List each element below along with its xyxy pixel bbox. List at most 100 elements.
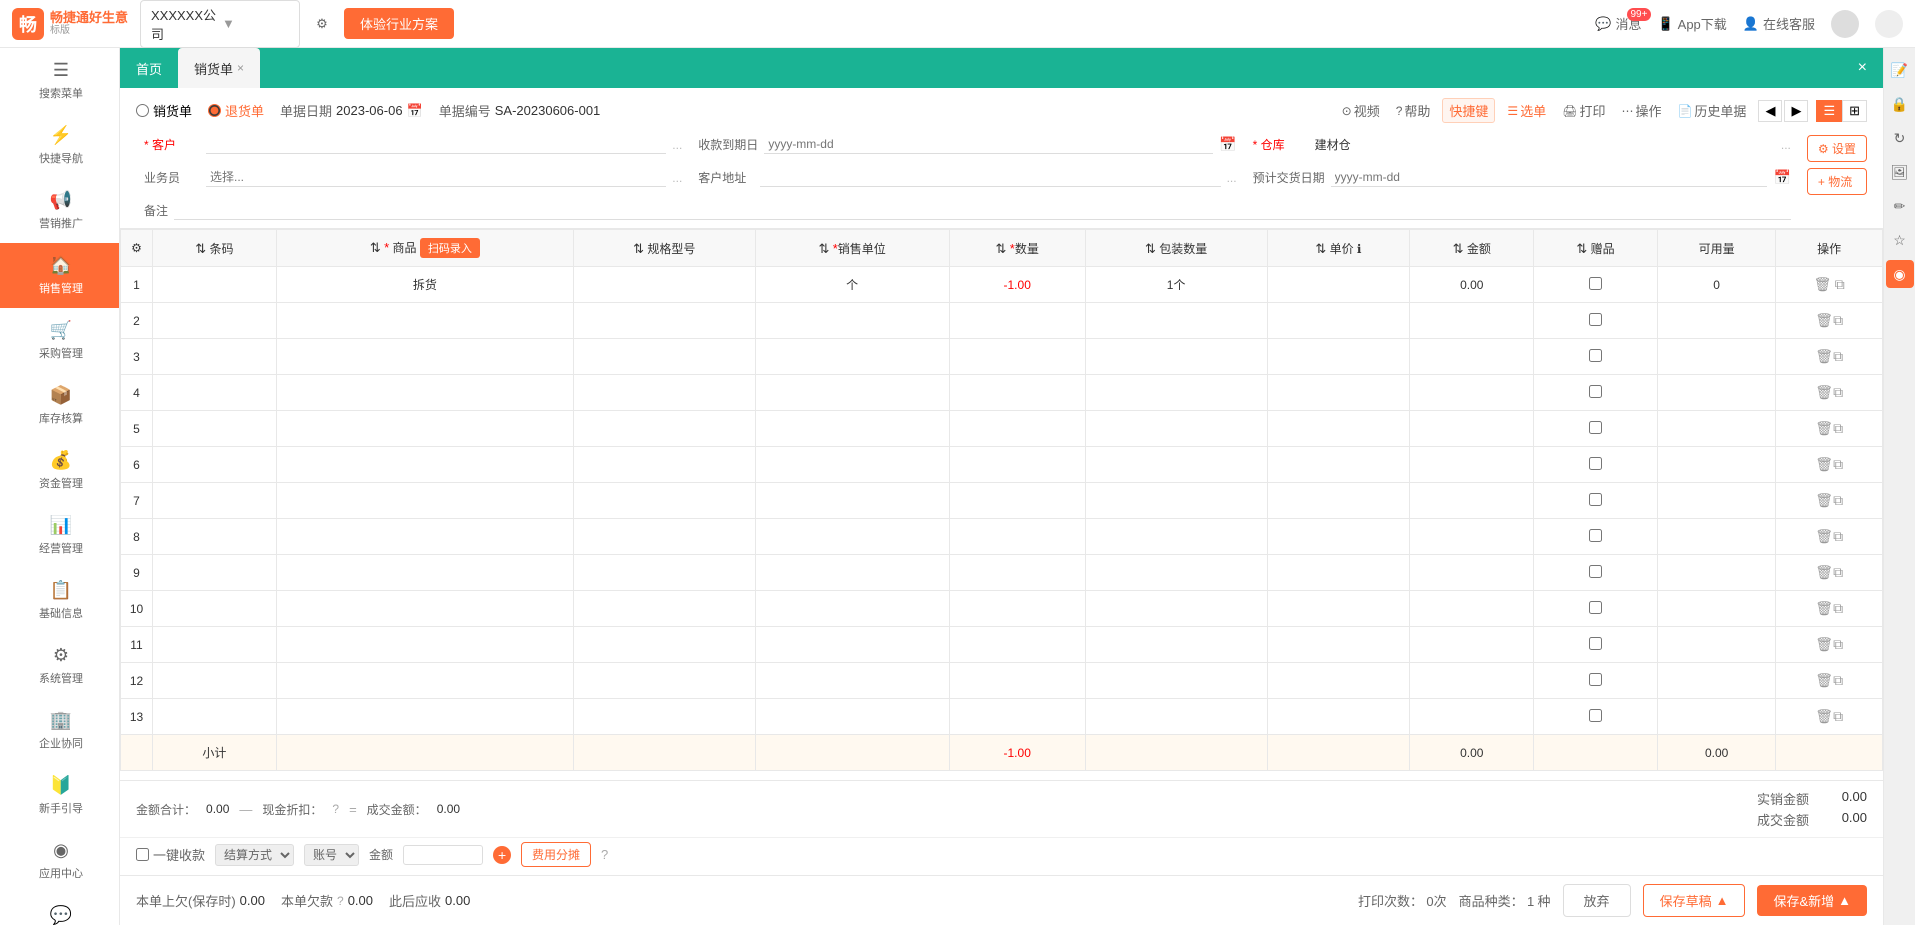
salesperson-dots[interactable]: ... bbox=[672, 171, 682, 185]
add-payment-btn[interactable]: + bbox=[493, 846, 511, 864]
toolbar-operation[interactable]: ⋯ 操作 bbox=[1617, 99, 1665, 122]
row1-pkg-qty[interactable]: 1个 bbox=[1085, 267, 1267, 303]
right-btn-star[interactable]: ☆ bbox=[1886, 226, 1914, 254]
logistics-btn[interactable]: + 物流 bbox=[1807, 168, 1867, 195]
row3-gift-checkbox[interactable] bbox=[1589, 349, 1602, 362]
radio-sales-order[interactable]: 销货单 bbox=[136, 101, 192, 120]
row12-copy-btn[interactable]: ⧉ bbox=[1833, 672, 1843, 688]
toolbar-select[interactable]: ☰ 选单 bbox=[1503, 99, 1550, 122]
row1-price[interactable] bbox=[1267, 267, 1410, 303]
row7-gift-checkbox[interactable] bbox=[1589, 493, 1602, 506]
remark-input[interactable] bbox=[174, 201, 1791, 220]
list-view-btn[interactable]: ☰ bbox=[1816, 100, 1842, 122]
row5-copy-btn[interactable]: ⧉ bbox=[1833, 420, 1843, 436]
row10-gift-checkbox[interactable] bbox=[1589, 601, 1602, 614]
sidebar-item-corp[interactable]: 🏢 企业协同 bbox=[0, 698, 119, 763]
date-value[interactable]: 2023-06-06 bbox=[336, 103, 403, 118]
sidebar-item-sales[interactable]: 🏠 销售管理 bbox=[0, 243, 119, 308]
row10-delete-btn[interactable]: 🗑 bbox=[1815, 600, 1833, 616]
right-btn-refresh[interactable]: ↻ bbox=[1886, 124, 1914, 152]
row8-gift-checkbox[interactable] bbox=[1589, 529, 1602, 542]
save-new-btn[interactable]: 保存&新增 ▲ bbox=[1757, 885, 1867, 916]
tab-sales-order[interactable]: 销货单 × bbox=[178, 48, 260, 88]
sort-icon-spec[interactable]: ⇅ bbox=[633, 241, 644, 256]
row1-amount[interactable]: 0.00 bbox=[1410, 267, 1534, 303]
row7-delete-btn[interactable]: 🗑 bbox=[1815, 492, 1833, 508]
row4-gift-checkbox[interactable] bbox=[1589, 385, 1602, 398]
sidebar-item-system[interactable]: ⚙ 系统管理 bbox=[0, 633, 119, 698]
row1-delete-btn[interactable]: 🗑 bbox=[1814, 276, 1832, 292]
sidebar-item-basic[interactable]: 📋 基础信息 bbox=[0, 568, 119, 633]
tab-close-icon[interactable]: × bbox=[237, 61, 244, 75]
row7-copy-btn[interactable]: ⧉ bbox=[1833, 492, 1843, 508]
company-selector[interactable]: XXXXXX公司 ▼ bbox=[140, 0, 300, 48]
row12-delete-btn[interactable]: 🗑 bbox=[1815, 672, 1833, 688]
toolbar-history[interactable]: 📄 历史单据 bbox=[1673, 99, 1750, 122]
row8-delete-btn[interactable]: 🗑 bbox=[1815, 528, 1833, 544]
sort-icon-unit[interactable]: ⇅ bbox=[818, 241, 829, 256]
row1-spec[interactable] bbox=[573, 267, 755, 303]
row9-delete-btn[interactable]: 🗑 bbox=[1815, 564, 1833, 580]
sidebar-item-purchase[interactable]: 🛒 采购管理 bbox=[0, 308, 119, 373]
sidebar-item-app-center[interactable]: ◉ 应用中心 bbox=[0, 828, 119, 893]
row13-copy-btn[interactable]: ⧉ bbox=[1833, 708, 1843, 724]
toolbar-shortcut[interactable]: 快捷键 bbox=[1442, 98, 1495, 123]
sidebar-item-inventory[interactable]: 📦 库存核算 bbox=[0, 373, 119, 438]
row6-copy-btn[interactable]: ⧉ bbox=[1833, 456, 1843, 472]
payment-due-input[interactable] bbox=[764, 135, 1213, 154]
customer-input[interactable] bbox=[206, 135, 666, 154]
sidebar-item-operations[interactable]: 📊 经营管理 bbox=[0, 503, 119, 568]
row2-gift-checkbox[interactable] bbox=[1589, 313, 1602, 326]
row1-unit[interactable]: 个 bbox=[755, 267, 949, 303]
row9-gift-checkbox[interactable] bbox=[1589, 565, 1602, 578]
col-settings[interactable]: ⚙ bbox=[121, 230, 153, 267]
row6-gift-checkbox[interactable] bbox=[1589, 457, 1602, 470]
toolbar-video[interactable]: ⊙ 视频 bbox=[1338, 99, 1384, 122]
warehouse-dots[interactable]: ... bbox=[1781, 138, 1791, 152]
next-btn[interactable]: ▶ bbox=[1784, 100, 1808, 122]
toolbar-print[interactable]: 🖨 打印 bbox=[1558, 99, 1609, 122]
sort-icon-qty[interactable]: ⇅ bbox=[996, 241, 1007, 256]
one-click-pay-checkbox[interactable] bbox=[136, 848, 149, 861]
right-btn-note[interactable]: 📝 bbox=[1886, 56, 1914, 84]
right-btn-edit[interactable]: ✏ bbox=[1886, 192, 1914, 220]
radio-return-order-input[interactable] bbox=[208, 104, 221, 117]
account-select[interactable]: 账号 bbox=[304, 844, 359, 866]
one-click-pay-label[interactable]: 一键收款 bbox=[136, 845, 205, 864]
row2-copy-btn[interactable]: ⧉ bbox=[1833, 312, 1843, 328]
sidebar-item-guide[interactable]: 🔰 新手引导 bbox=[0, 763, 119, 828]
right-btn-orange[interactable]: ◉ bbox=[1886, 260, 1914, 288]
row11-delete-btn[interactable]: 🗑 bbox=[1815, 636, 1833, 652]
message-item[interactable]: 💬 消息 99+ bbox=[1595, 14, 1641, 33]
sort-icon[interactable]: ⇅ bbox=[195, 241, 206, 256]
sidebar-item-finance[interactable]: 💰 资金管理 bbox=[0, 438, 119, 503]
online-service-item[interactable]: 👤 在线客服 bbox=[1743, 14, 1815, 33]
sidebar-item-marketing[interactable]: 📢 营销推广 bbox=[0, 178, 119, 243]
sort-icon-price[interactable]: ⇅ bbox=[1315, 241, 1326, 256]
right-btn-image[interactable]: 🖼 bbox=[1886, 158, 1914, 186]
row2-delete-btn[interactable]: 🗑 bbox=[1815, 312, 1833, 328]
sidebar-item-wechat[interactable]: 💬 企业微信 bbox=[0, 893, 119, 925]
row10-copy-btn[interactable]: ⧉ bbox=[1833, 600, 1843, 616]
sort-icon-pkg[interactable]: ⇅ bbox=[1145, 241, 1156, 256]
sort-icon-amount[interactable]: ⇅ bbox=[1453, 241, 1464, 256]
discard-btn[interactable]: 放弃 bbox=[1563, 884, 1631, 917]
row13-delete-btn[interactable]: 🗑 bbox=[1815, 708, 1833, 724]
date-cal-icon[interactable]: 📅 bbox=[407, 103, 423, 119]
row4-copy-btn[interactable]: ⧉ bbox=[1833, 384, 1843, 400]
trial-button[interactable]: 体验行业方案 bbox=[344, 8, 454, 39]
row13-gift-checkbox[interactable] bbox=[1589, 709, 1602, 722]
tab-home[interactable]: 首页 bbox=[120, 48, 178, 88]
row1-gift[interactable] bbox=[1534, 267, 1658, 303]
radio-sales-order-input[interactable] bbox=[136, 104, 149, 117]
settlement-method-select[interactable]: 结算方式 bbox=[215, 844, 294, 866]
row6-delete-btn[interactable]: 🗑 bbox=[1815, 456, 1833, 472]
expected-date-cal-icon[interactable]: 📅 bbox=[1773, 169, 1790, 186]
row3-delete-btn[interactable]: 🗑 bbox=[1815, 348, 1833, 364]
expected-date-input[interactable] bbox=[1331, 168, 1768, 187]
save-draft-btn[interactable]: 保存草稿 ▲ bbox=[1643, 884, 1746, 917]
expense-split-btn[interactable]: 费用分摊 bbox=[521, 842, 591, 867]
customer-addr-input[interactable] bbox=[760, 168, 1220, 187]
row1-product[interactable]: 拆货 bbox=[276, 267, 573, 303]
payment-due-cal-icon[interactable]: 📅 bbox=[1219, 136, 1236, 153]
